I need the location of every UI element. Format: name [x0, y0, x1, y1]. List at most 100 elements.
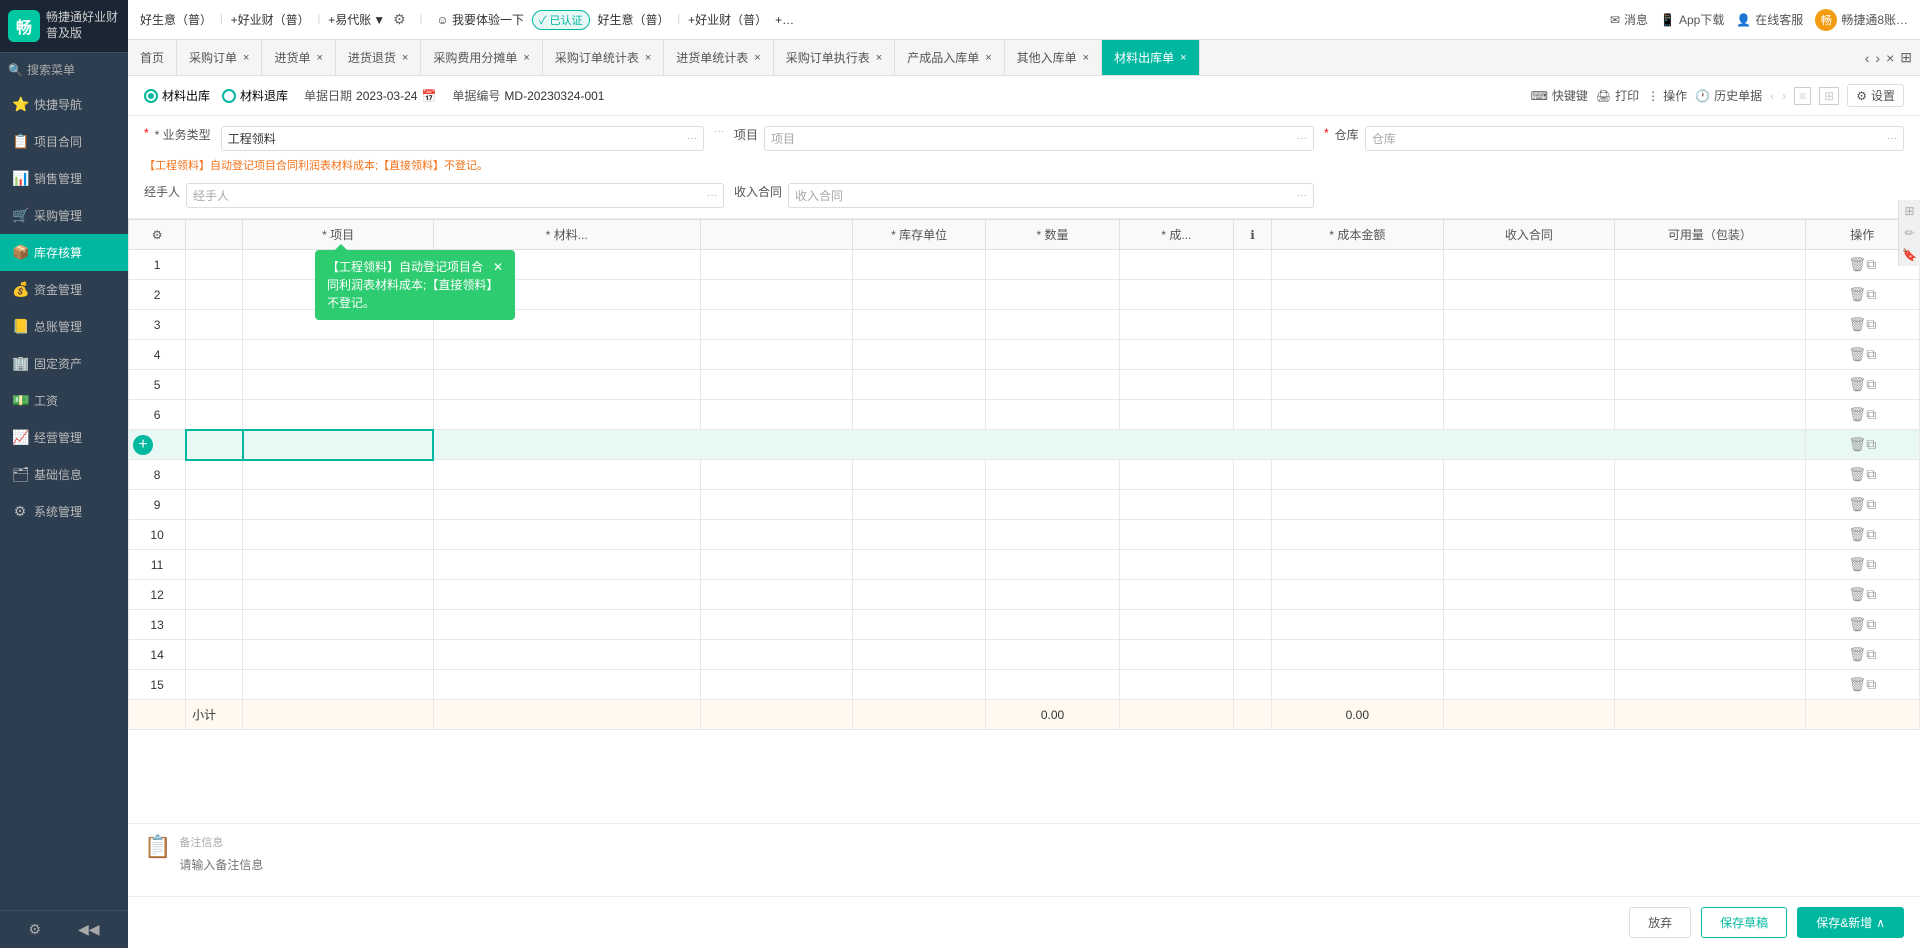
tab-close-goods-stats[interactable]: ×: [754, 52, 760, 64]
radio-material-back[interactable]: 材料退库: [222, 87, 288, 104]
tab-close-goods-return[interactable]: ×: [402, 52, 408, 64]
radio-material-out[interactable]: 材料出库: [144, 87, 210, 104]
sidebar-shortcut[interactable]: ⭐ 快捷导航: [0, 86, 128, 123]
delete-row-btn[interactable]: 🗑: [1848, 526, 1866, 543]
copy-row-btn[interactable]: ⧉: [1866, 256, 1876, 273]
topbar-link-good-biz2[interactable]: +好业财（普）: [231, 11, 310, 28]
delete-row-btn[interactable]: 🗑: [1848, 646, 1866, 663]
dropdown-dots[interactable]: ···: [687, 133, 697, 144]
copy-row-btn[interactable]: ⧉: [1866, 466, 1876, 483]
calendar-icon[interactable]: 📅: [421, 89, 436, 103]
delete-row-btn[interactable]: 🗑: [1848, 616, 1866, 633]
tab-close-purchase-stats[interactable]: ×: [645, 52, 651, 64]
tab-close-all-icon[interactable]: ×: [1886, 50, 1894, 66]
tab-goods-stats[interactable]: 进货单统计表×: [664, 40, 773, 75]
delete-row-btn[interactable]: 🗑: [1848, 496, 1866, 513]
add-row-btn[interactable]: +: [133, 435, 153, 455]
tab-purchase-exec[interactable]: 采购订单执行表×: [774, 40, 895, 75]
table-add-row[interactable]: + 🗑⧉: [129, 430, 1920, 460]
handler-input[interactable]: 经手人 ···: [186, 183, 724, 208]
discard-button[interactable]: 放弃: [1629, 907, 1691, 938]
tab-close-purchase-fee[interactable]: ×: [523, 52, 529, 64]
tab-goods-in[interactable]: 进货单×: [262, 40, 335, 75]
btn-ops[interactable]: ⋮ 操作: [1647, 87, 1687, 104]
collapse-icon[interactable]: ◀◀: [78, 921, 100, 938]
view-toggle-1[interactable]: ≡: [1794, 87, 1811, 105]
topbar-link-good-biz[interactable]: 好生意（普）: [140, 11, 212, 28]
view-toggle-2[interactable]: ⊞: [1819, 87, 1839, 105]
delete-row-btn[interactable]: 🗑: [1848, 466, 1866, 483]
delete-row-btn[interactable]: 🗑: [1848, 586, 1866, 603]
topbar-service[interactable]: 👤 在线客服: [1736, 11, 1803, 28]
delete-row-btn[interactable]: 🗑: [1848, 346, 1866, 363]
settings-icon[interactable]: ⚙: [28, 921, 41, 938]
tab-purchase-fee[interactable]: 采购费用分摊单×: [421, 40, 542, 75]
tab-close-goods-in[interactable]: ×: [316, 52, 322, 64]
sidebar-item-purchase[interactable]: 🛒 采购管理: [0, 197, 128, 234]
tab-material-out[interactable]: 材料出库单×: [1102, 40, 1199, 75]
topbar-app-download[interactable]: 📱 App下载: [1660, 11, 1724, 28]
delete-row-btn[interactable]: 🗑: [1848, 556, 1866, 573]
sidebar-item-project[interactable]: 📋 项目合同: [0, 123, 128, 160]
delete-row-btn[interactable]: 🗑: [1848, 406, 1866, 423]
topbar-experience[interactable]: ☺ 我要体验一下: [436, 11, 524, 28]
copy-row-btn[interactable]: ⧉: [1866, 586, 1876, 603]
topbar-message[interactable]: ✉ 消息: [1610, 11, 1648, 28]
warehouse-input[interactable]: 仓库 ···: [1365, 126, 1904, 151]
tab-close-purchase-exec[interactable]: ×: [876, 52, 882, 64]
income-contract-more[interactable]: ···: [1297, 190, 1307, 201]
topbar-link-good-biz3[interactable]: 好生意（普）: [598, 11, 670, 28]
sidebar-item-basic[interactable]: 🗂 基础信息: [0, 456, 128, 493]
delete-row-btn[interactable]: 🗑: [1848, 316, 1866, 333]
project-more[interactable]: ···: [1297, 133, 1307, 144]
right-panel-icon-1[interactable]: ⊞: [1904, 204, 1914, 218]
tab-other-in[interactable]: 其他入库单×: [1005, 40, 1102, 75]
tab-purchase-order[interactable]: 采购订单×: [177, 40, 262, 75]
warehouse-more[interactable]: ···: [1887, 133, 1897, 144]
sidebar-item-ops[interactable]: 📈 经营管理: [0, 419, 128, 456]
topbar-user[interactable]: 畅 畅捷通8账…: [1815, 9, 1908, 31]
delete-row-btn[interactable]: 🗑: [1848, 436, 1866, 453]
copy-row-btn[interactable]: ⧉: [1866, 316, 1876, 333]
col-gear[interactable]: ⚙: [129, 220, 186, 250]
topbar-gear-icon[interactable]: ⚙: [393, 11, 406, 28]
handler-more[interactable]: ···: [707, 190, 717, 201]
sidebar-item-ledger[interactable]: 📒 总账管理: [0, 308, 128, 345]
delete-row-btn[interactable]: 🗑: [1848, 286, 1866, 303]
btn-settings[interactable]: ⚙ 设置: [1847, 84, 1904, 107]
sidebar-item-finance[interactable]: 💰 资金管理: [0, 271, 128, 308]
delete-row-btn[interactable]: 🗑: [1848, 676, 1866, 693]
tab-layout-icon[interactable]: ⊞: [1900, 49, 1912, 66]
copy-row-btn[interactable]: ⧉: [1866, 646, 1876, 663]
income-contract-input[interactable]: 收入合同 ···: [788, 183, 1314, 208]
tab-home[interactable]: 首页: [128, 40, 177, 75]
sidebar-item-salary[interactable]: 💵 工资: [0, 382, 128, 419]
copy-row-btn[interactable]: ⧉: [1866, 496, 1876, 513]
business-type-input[interactable]: 工程领料 ···: [221, 126, 704, 151]
topbar-link-proxy[interactable]: +易代账 ▼: [328, 11, 385, 28]
business-type-more[interactable]: ···: [714, 126, 724, 137]
tab-close-product-in[interactable]: ×: [985, 52, 991, 64]
copy-row-btn[interactable]: ⧉: [1866, 436, 1876, 453]
sidebar-item-inventory[interactable]: 📦 库存核算: [0, 234, 128, 271]
topbar-link-good-biz4[interactable]: +好业财（普）: [688, 11, 767, 28]
topbar-link-more[interactable]: +…: [775, 13, 794, 27]
copy-row-btn[interactable]: ⧉: [1866, 286, 1876, 303]
copy-row-btn[interactable]: ⧉: [1866, 346, 1876, 363]
btn-shortcuts[interactable]: ⌨ 快键键: [1531, 87, 1588, 104]
delete-row-btn[interactable]: 🗑: [1848, 376, 1866, 393]
copy-row-btn[interactable]: ⧉: [1866, 676, 1876, 693]
tab-purchase-stats[interactable]: 采购订单统计表×: [543, 40, 664, 75]
btn-history[interactable]: 🕐 历史单据: [1695, 87, 1762, 104]
right-panel-icon-2[interactable]: ✏: [1904, 226, 1914, 240]
tab-prev-icon[interactable]: ‹: [1865, 50, 1870, 66]
tab-next-icon[interactable]: ›: [1875, 50, 1880, 66]
copy-row-btn[interactable]: ⧉: [1866, 616, 1876, 633]
copy-row-btn[interactable]: ⧉: [1866, 526, 1876, 543]
sidebar-item-assets[interactable]: 🏢 固定资产: [0, 345, 128, 382]
sidebar-item-sales[interactable]: 📊 销售管理: [0, 160, 128, 197]
copy-row-btn[interactable]: ⧉: [1866, 376, 1876, 393]
tab-close-material-out[interactable]: ×: [1180, 52, 1186, 64]
btn-print[interactable]: 🖨 打印: [1596, 87, 1639, 104]
sidebar-search[interactable]: 🔍 搜索菜单: [0, 53, 128, 86]
